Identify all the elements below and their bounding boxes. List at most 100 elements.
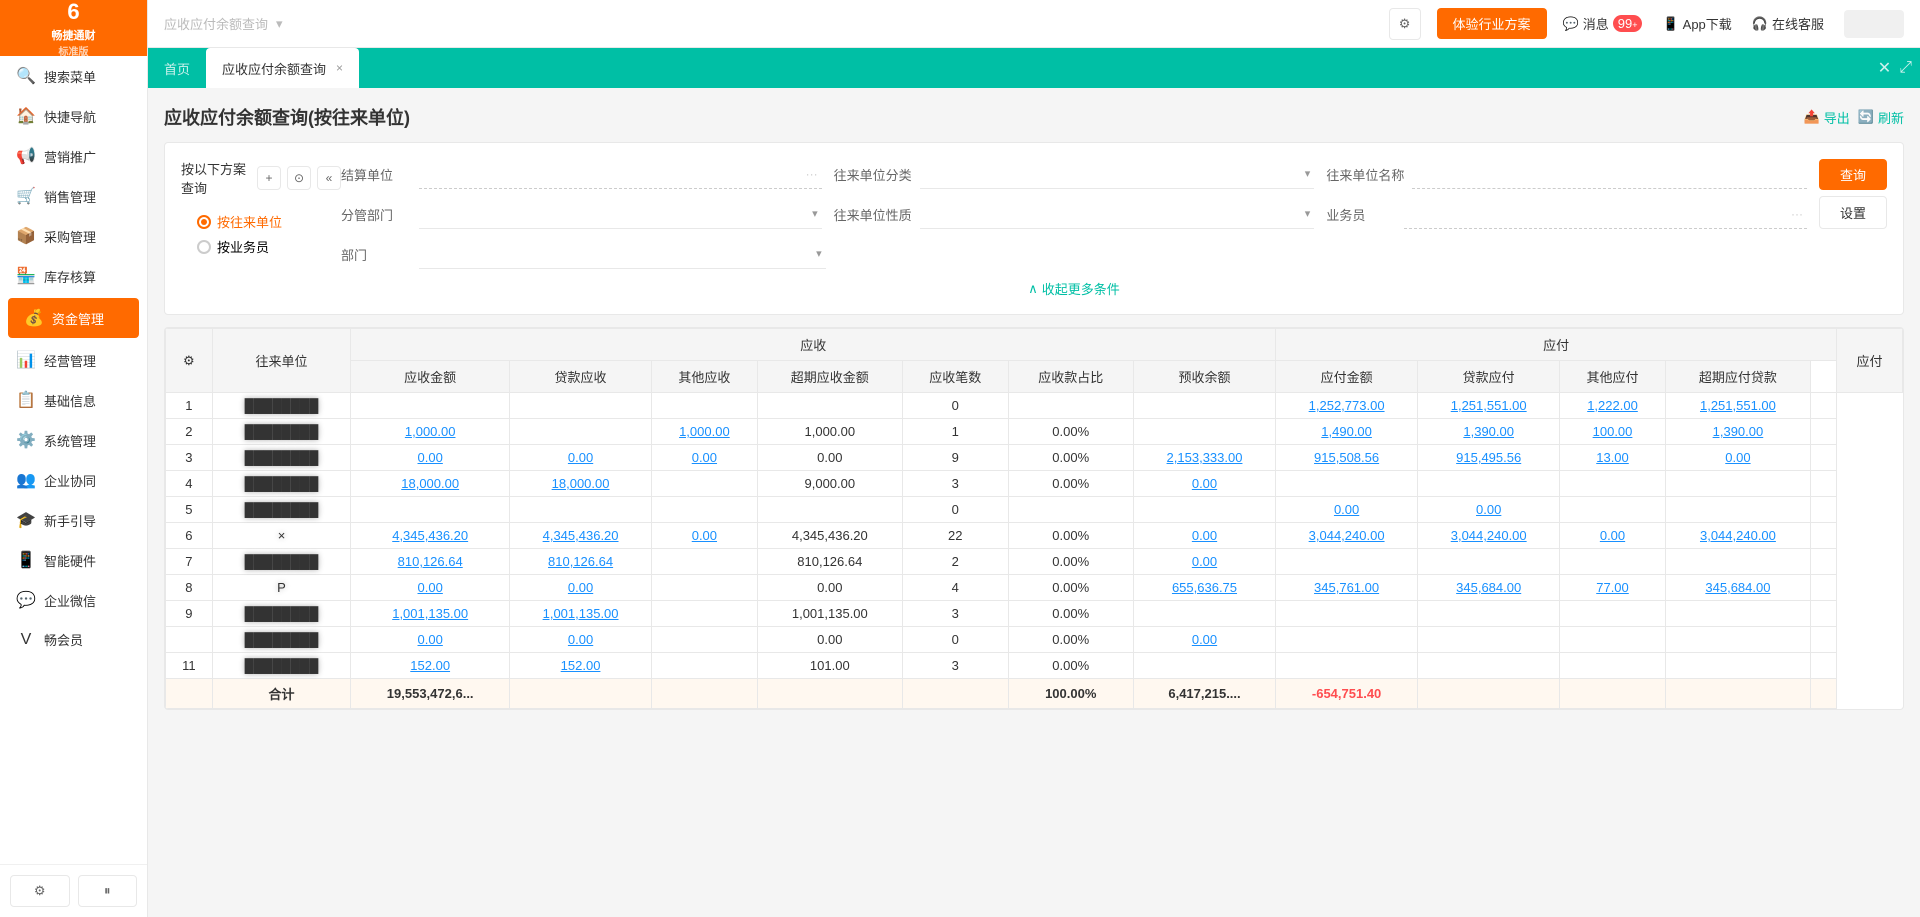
th-chaoqi-yingshou: 超期应收金额: [757, 361, 902, 393]
sidebar-item-purchase[interactable]: 📦 采购管理: [0, 216, 147, 256]
total-empty: [166, 679, 213, 709]
sidebar-item-inventory[interactable]: 🏪 库存核算: [0, 256, 147, 296]
table-row: 8P0.000.000.0040.00%655,636.75345,761.00…: [166, 575, 1903, 601]
table-row: 6×4,345,436.204,345,436.200.004,345,436.…: [166, 523, 1903, 549]
add-scheme-btn[interactable]: +: [257, 166, 281, 190]
select-wanglai-xingzhi[interactable]: ▾: [920, 199, 1315, 229]
sidebar-logo-text: 畅捷通财: [52, 27, 96, 43]
sidebar-item-tutorial[interactable]: 🎓 新手引导: [0, 500, 147, 540]
option-by-salesperson[interactable]: 按业务员: [197, 234, 341, 259]
sidebar-item-quick-nav[interactable]: 🏠 快捷导航: [0, 96, 147, 136]
sidebar-item-system[interactable]: ⚙️ 系统管理: [0, 420, 147, 460]
notification-btn[interactable]: 💬 消息 99+: [1563, 14, 1643, 33]
table-row: 7████████810,126.64810,126.64810,126.642…: [166, 549, 1903, 575]
sidebar-item-basic-info[interactable]: 📋 基础信息: [0, 380, 147, 420]
sidebar-item-smart-hardware[interactable]: 📱 智能硬件: [0, 540, 147, 580]
label-bumen: 部门: [341, 245, 411, 264]
sidebar-item-operations[interactable]: 📊 经营管理: [0, 340, 147, 380]
select-wanglai-fenlei[interactable]: ▾: [920, 159, 1315, 189]
export-btn[interactable]: 📤 导出: [1804, 108, 1850, 127]
tab-close-btn[interactable]: ×: [336, 61, 343, 75]
sidebar-item-marketing[interactable]: 📢 营销推广: [0, 136, 147, 176]
th-yingfu-group: 应付: [1276, 329, 1837, 361]
topbar-gear-btn[interactable]: ⚙: [1389, 8, 1421, 40]
sidebar-item-sales[interactable]: 🛒 销售管理: [0, 176, 147, 216]
table-row: 2████████1,000.001,000.001,000.0010.00%1…: [166, 419, 1903, 445]
window-expand-icon[interactable]: ⤢: [1899, 59, 1912, 77]
sidebar-label-finance: 资金管理: [52, 309, 104, 328]
total-chaoqi-yingfu: [1665, 679, 1810, 709]
sidebar-settings-btn[interactable]: ⚙: [10, 875, 70, 907]
th-yingfu-amount: 应付金额: [1276, 361, 1418, 393]
page-header: 应收应付余额查询(按往来单位) 📤 导出 🔄 刷新: [164, 104, 1904, 130]
sidebar-icon-sales: 🛒: [16, 186, 36, 206]
field-fenguan-bumen: 分管部门 ▾: [341, 199, 822, 229]
total-row: 合计 19,553,472,6... 100.00% 6,417,215....…: [166, 679, 1903, 709]
table-row: 11████████152.00152.00101.0030.00%: [166, 653, 1903, 679]
sidebar-item-wechat-work[interactable]: 💬 企业微信: [0, 580, 147, 620]
radio-inactive-outer: [197, 240, 211, 254]
select-bumen[interactable]: ▾: [419, 239, 826, 269]
table-row: 1████████01,252,773.001,251,551.001,222.…: [166, 393, 1903, 419]
collapse-more-btn[interactable]: ∧ 收起更多条件: [341, 279, 1807, 298]
collapse-icon: ∧: [1028, 281, 1038, 297]
edit-scheme-btn[interactable]: ⊙: [287, 166, 311, 190]
collapse-scheme-btn[interactable]: «: [317, 166, 341, 190]
table-row: ████████0.000.000.0000.00%0.00: [166, 627, 1903, 653]
refresh-btn[interactable]: 🔄 刷新: [1858, 108, 1904, 127]
select-fenguan-bumen[interactable]: ▾: [419, 199, 822, 229]
sidebar-icon-operations: 📊: [16, 350, 36, 370]
th-qita-yingshou: 其他应收: [652, 361, 758, 393]
window-close-icon[interactable]: ✕: [1878, 58, 1891, 78]
sidebar-item-search-menu[interactable]: 🔍 搜索菜单: [0, 56, 147, 96]
search-form: 结算单位 ··· 往来单位分类 ▾: [341, 159, 1807, 298]
service-icon: 🎧: [1752, 16, 1768, 32]
option-by-partner[interactable]: 按往来单位: [197, 209, 341, 234]
sidebar-label-tutorial: 新手引导: [44, 511, 96, 530]
chevron-bumen: ▾: [816, 247, 822, 260]
sidebar-icon-quick-nav: 🏠: [16, 106, 36, 126]
app-download-btn[interactable]: 📱 App下载: [1662, 14, 1731, 33]
tab-query[interactable]: 应收应付余额查询 ×: [206, 48, 359, 88]
radio-active-outer: [197, 215, 211, 229]
sidebar-logo: 6 畅捷通财 标准版: [0, 0, 147, 56]
data-table: ⚙ 往来单位 应收 应付 应付 应收金额 贷款应收 其他应收 超期应收金额 应收…: [165, 328, 1903, 709]
total-bishu: [902, 679, 1008, 709]
th-chaoqi-yingfu: 超期应付贷款: [1665, 361, 1810, 393]
settings-btn[interactable]: 设置: [1819, 196, 1887, 229]
breadcrumb-chevron: ▾: [276, 16, 283, 32]
search-panel: 按以下方案查询 + ⊙ « 按往来单位: [164, 142, 1904, 315]
search-by-label: 按以下方案查询: [181, 159, 249, 197]
collapse-label: 收起更多条件: [1042, 279, 1120, 298]
th-daikuan-yingfu: 贷款应付: [1418, 361, 1560, 393]
tab-home-label: 首页: [164, 59, 190, 78]
main-content: 应收应付余额查询 ▾ ⚙ 体验行业方案 💬 消息 99+ 📱 App下载: [148, 0, 1920, 917]
sidebar-icon-marketing: 📢: [16, 146, 36, 166]
label-fenguan-bumen: 分管部门: [341, 205, 411, 224]
online-service-btn[interactable]: 🎧 在线客服: [1752, 14, 1824, 33]
breadcrumb-text: 应收应付余额查询: [164, 14, 268, 33]
total-chaoqi: [757, 679, 902, 709]
total-qita-yingfu: [1560, 679, 1666, 709]
th-qita-yingfu: 其他应付: [1560, 361, 1666, 393]
sidebar-pause-btn[interactable]: ⏸: [78, 875, 138, 907]
input-jiesuan[interactable]: ···: [419, 159, 822, 189]
table-settings-icon[interactable]: ⚙: [166, 329, 213, 393]
sidebar-item-finance[interactable]: 💰 资金管理: [8, 298, 139, 338]
tab-home[interactable]: 首页: [148, 48, 206, 88]
sidebar-icon-wechat-work: 💬: [16, 590, 36, 610]
input-yewuyuan[interactable]: ···: [1404, 199, 1807, 229]
sidebar-item-enterprise-collab[interactable]: 👥 企业协同: [0, 460, 147, 500]
query-btn[interactable]: 查询: [1819, 159, 1887, 190]
label-jiesuan: 结算单位: [341, 165, 411, 184]
input-wanglai-mingcheng[interactable]: [1412, 159, 1807, 189]
topbar-actions: ⚙ 体验行业方案 💬 消息 99+ 📱 App下载 🎧 在线客服: [1389, 8, 1904, 40]
tab-query-label: 应收应付余额查询: [222, 59, 326, 78]
solution-btn[interactable]: 体验行业方案: [1437, 8, 1547, 39]
th-yushou-yue: 预收余额: [1133, 361, 1275, 393]
chevron-fenguan: ▾: [812, 207, 818, 220]
sidebar-label-smart-hardware: 智能硬件: [44, 551, 96, 570]
search-panel-header: 按以下方案查询 + ⊙ «: [181, 159, 341, 197]
user-avatar[interactable]: [1844, 10, 1904, 38]
sidebar-item-membership[interactable]: V 畅会员: [0, 620, 147, 659]
